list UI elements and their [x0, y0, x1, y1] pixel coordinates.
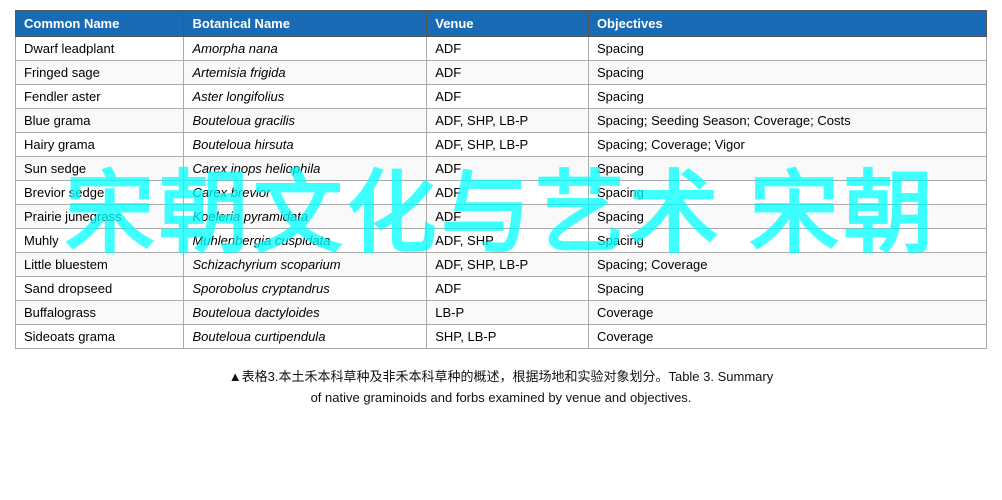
cell-botanical-name: Bouteloua curtipendula — [184, 325, 427, 349]
cell-venue: ADF, SHP, LB-P — [427, 253, 589, 277]
col-header-objectives: Objectives — [588, 11, 986, 37]
cell-botanical-name: Muhlenbergia cuspidata — [184, 229, 427, 253]
table-row: Blue gramaBouteloua gracilisADF, SHP, LB… — [16, 109, 987, 133]
cell-objectives: Spacing — [588, 229, 986, 253]
table-row: Prairie junegrassKoeleria pyramidataADFS… — [16, 205, 987, 229]
cell-botanical-name: Aster longifolius — [184, 85, 427, 109]
cell-venue: ADF — [427, 181, 589, 205]
cell-common-name: Little bluestem — [16, 253, 184, 277]
table-container: Common Name Botanical Name Venue Objecti… — [0, 0, 1002, 349]
cell-botanical-name: Artemisia frigida — [184, 61, 427, 85]
table-caption: ▲表格3.本土禾本科草种及非禾本科草种的概述，根据场地和实验对象划分。Table… — [0, 367, 1002, 409]
cell-venue: ADF — [427, 277, 589, 301]
table-row: Fendler asterAster longifoliusADFSpacing — [16, 85, 987, 109]
cell-venue: ADF, SHP, LB-P — [427, 133, 589, 157]
cell-objectives: Spacing; Seeding Season; Coverage; Costs — [588, 109, 986, 133]
cell-objectives: Spacing — [588, 205, 986, 229]
cell-botanical-name: Schizachyrium scoparium — [184, 253, 427, 277]
cell-venue: ADF — [427, 61, 589, 85]
col-header-botanical-name: Botanical Name — [184, 11, 427, 37]
cell-botanical-name: Bouteloua dactyloides — [184, 301, 427, 325]
cell-objectives: Spacing — [588, 85, 986, 109]
cell-botanical-name: Carex inops heliophila — [184, 157, 427, 181]
table-header-row: Common Name Botanical Name Venue Objecti… — [16, 11, 987, 37]
cell-venue: ADF — [427, 37, 589, 61]
caption-line2: of native graminoids and forbs examined … — [40, 388, 962, 409]
cell-objectives: Spacing — [588, 277, 986, 301]
cell-venue: ADF — [427, 85, 589, 109]
cell-objectives: Spacing — [588, 61, 986, 85]
cell-venue: ADF — [427, 205, 589, 229]
cell-common-name: Prairie junegrass — [16, 205, 184, 229]
cell-botanical-name: Bouteloua hirsuta — [184, 133, 427, 157]
cell-common-name: Sun sedge — [16, 157, 184, 181]
cell-objectives: Spacing — [588, 157, 986, 181]
cell-common-name: Fringed sage — [16, 61, 184, 85]
cell-common-name: Muhly — [16, 229, 184, 253]
table-row: Fringed sageArtemisia frigidaADFSpacing — [16, 61, 987, 85]
cell-objectives: Coverage — [588, 301, 986, 325]
table-row: Sideoats gramaBouteloua curtipendulaSHP,… — [16, 325, 987, 349]
col-header-venue: Venue — [427, 11, 589, 37]
cell-botanical-name: Koeleria pyramidata — [184, 205, 427, 229]
table-row: BuffalograssBouteloua dactyloidesLB-PCov… — [16, 301, 987, 325]
table-row: MuhlyMuhlenbergia cuspidataADF, SHPSpaci… — [16, 229, 987, 253]
data-table: Common Name Botanical Name Venue Objecti… — [15, 10, 987, 349]
table-row: Little bluestemSchizachyrium scopariumAD… — [16, 253, 987, 277]
cell-venue: ADF, SHP — [427, 229, 589, 253]
cell-common-name: Sideoats grama — [16, 325, 184, 349]
cell-botanical-name: Bouteloua gracilis — [184, 109, 427, 133]
cell-botanical-name: Sporobolus cryptandrus — [184, 277, 427, 301]
table-row: Sand dropseedSporobolus cryptandrusADFSp… — [16, 277, 987, 301]
cell-common-name: Fendler aster — [16, 85, 184, 109]
table-row: Hairy gramaBouteloua hirsutaADF, SHP, LB… — [16, 133, 987, 157]
cell-common-name: Dwarf leadplant — [16, 37, 184, 61]
cell-objectives: Spacing — [588, 37, 986, 61]
cell-common-name: Buffalograss — [16, 301, 184, 325]
cell-venue: ADF, SHP, LB-P — [427, 109, 589, 133]
table-row: Brevior sedgeCarex breviorADFSpacing — [16, 181, 987, 205]
cell-venue: ADF — [427, 157, 589, 181]
cell-objectives: Coverage — [588, 325, 986, 349]
table-row: Dwarf leadplantAmorpha nanaADFSpacing — [16, 37, 987, 61]
table-row: Sun sedgeCarex inops heliophilaADFSpacin… — [16, 157, 987, 181]
cell-objectives: Spacing; Coverage; Vigor — [588, 133, 986, 157]
cell-venue: SHP, LB-P — [427, 325, 589, 349]
cell-objectives: Spacing; Coverage — [588, 253, 986, 277]
cell-objectives: Spacing — [588, 181, 986, 205]
cell-common-name: Sand dropseed — [16, 277, 184, 301]
cell-common-name: Blue grama — [16, 109, 184, 133]
cell-common-name: Brevior sedge — [16, 181, 184, 205]
cell-botanical-name: Amorpha nana — [184, 37, 427, 61]
caption-line1: ▲表格3.本土禾本科草种及非禾本科草种的概述，根据场地和实验对象划分。Table… — [40, 367, 962, 388]
col-header-common-name: Common Name — [16, 11, 184, 37]
cell-common-name: Hairy grama — [16, 133, 184, 157]
cell-venue: LB-P — [427, 301, 589, 325]
cell-botanical-name: Carex brevior — [184, 181, 427, 205]
